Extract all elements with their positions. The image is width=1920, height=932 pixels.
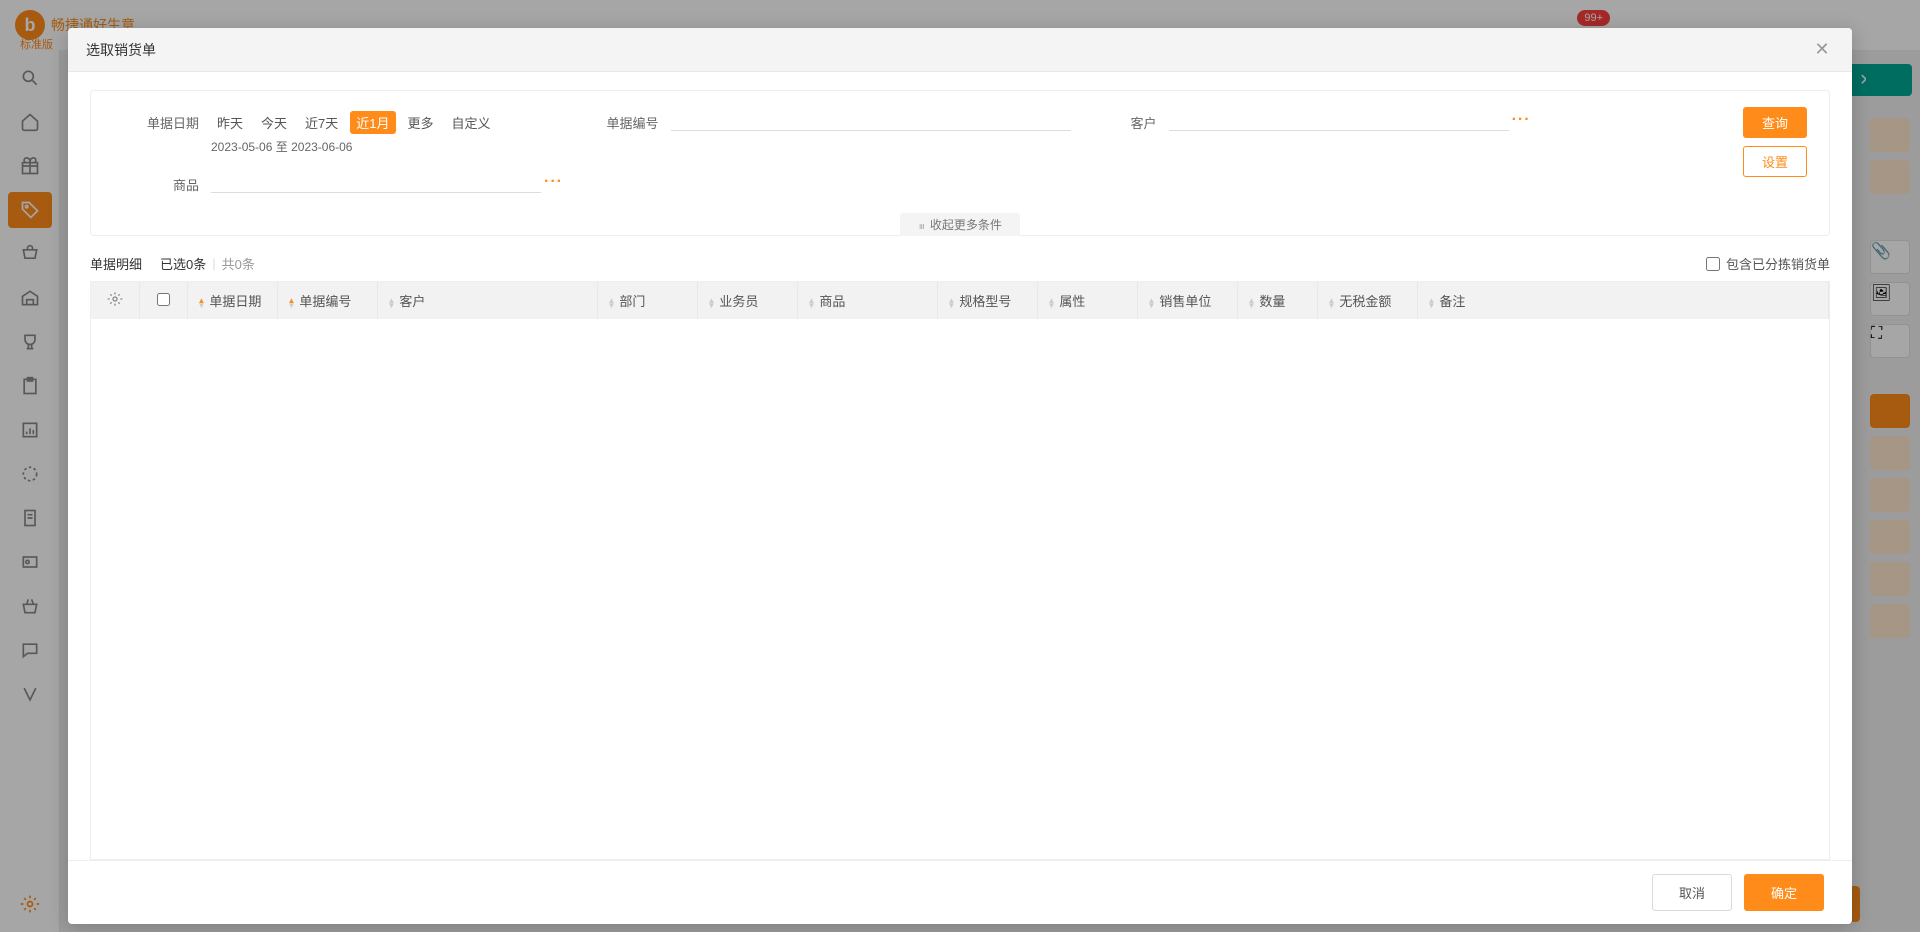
chip-1m[interactable]: 近1月 [350,111,395,134]
customer-picker-icon[interactable]: ··· [1512,111,1531,129]
ok-button[interactable]: 确定 [1744,874,1824,911]
chip-custom[interactable]: 自定义 [446,111,497,134]
col-unit[interactable]: ▲▼销售单位 [1137,282,1237,319]
close-icon[interactable]: ✕ [1810,38,1834,62]
col-dept[interactable]: ▲▼部门 [597,282,697,319]
chip-7d[interactable]: 近7天 [299,111,344,134]
chip-more[interactable]: 更多 [402,111,440,134]
include-sorted-input[interactable] [1706,257,1720,271]
col-attr[interactable]: ▲▼属性 [1037,282,1137,319]
select-all-checkbox[interactable] [157,293,170,306]
chip-today[interactable]: 今天 [255,111,293,134]
product-label: 商品 [119,173,199,194]
date-to: 2023-06-06 [291,140,352,154]
divider: | [212,256,215,271]
col-docno[interactable]: ▲▼单据编号 [277,282,377,319]
col-salesman[interactable]: ▲▼业务员 [697,282,797,319]
col-qty[interactable]: ▲▼数量 [1237,282,1317,319]
col-remark[interactable]: ▲▼备注 [1417,282,1829,319]
col-amount[interactable]: ▲▼无税金额 [1317,282,1417,319]
docno-label: 单据编号 [607,111,659,132]
chip-yesterday[interactable]: 昨天 [211,111,249,134]
modal-title: 选取销货单 [86,40,156,60]
customer-label: 客户 [1131,111,1157,132]
col-customer[interactable]: ▲▼客户 [377,282,597,319]
collapse-label: 收起更多条件 [930,218,1002,232]
date-range-display: 2023-05-06 至 2023-06-06 [211,138,497,155]
include-sorted-label: 包含已分拣销货单 [1726,254,1830,273]
detail-title: 单据明细 [90,254,142,273]
collapse-filters-button[interactable]: 收起更多条件 [900,213,1020,236]
date-label: 单据日期 [119,111,199,132]
product-input[interactable] [211,173,541,193]
docno-input[interactable] [671,111,1071,131]
date-chip-group: 昨天 今天 近7天 近1月 更多 自定义 [211,111,497,134]
date-sep: 至 [276,140,288,154]
total-count: 共0条 [222,254,255,273]
product-picker-icon[interactable]: ··· [544,173,563,191]
cancel-button[interactable]: 取消 [1652,874,1732,911]
col-product[interactable]: ▲▼商品 [797,282,937,319]
query-button[interactable]: 查询 [1743,107,1807,138]
col-date[interactable]: ▲▼单据日期 [187,282,277,319]
select-sales-order-modal: 选取销货单 ✕ 查询 设置 单据日期 昨天 今天 近7天 近1月 [68,28,1852,924]
modal-footer: 取消 确定 [68,860,1852,924]
filter-panel: 查询 设置 单据日期 昨天 今天 近7天 近1月 更多 自定义 [90,90,1830,236]
include-sorted-checkbox[interactable]: 包含已分拣销货单 [1706,254,1830,273]
column-settings-icon[interactable] [91,282,139,319]
date-from: 2023-05-06 [211,140,272,154]
selected-count: 已选0条 [160,254,206,273]
filter-settings-button[interactable]: 设置 [1743,146,1807,177]
col-spec[interactable]: ▲▼规格型号 [937,282,1037,319]
customer-input[interactable] [1169,111,1509,131]
detail-table: ▲▼单据日期 ▲▼单据编号 ▲▼客户 ▲▼部门 ▲▼业务员 ▲▼商品 ▲▼规格型… [90,281,1830,860]
modal-header: 选取销货单 ✕ [68,28,1852,72]
